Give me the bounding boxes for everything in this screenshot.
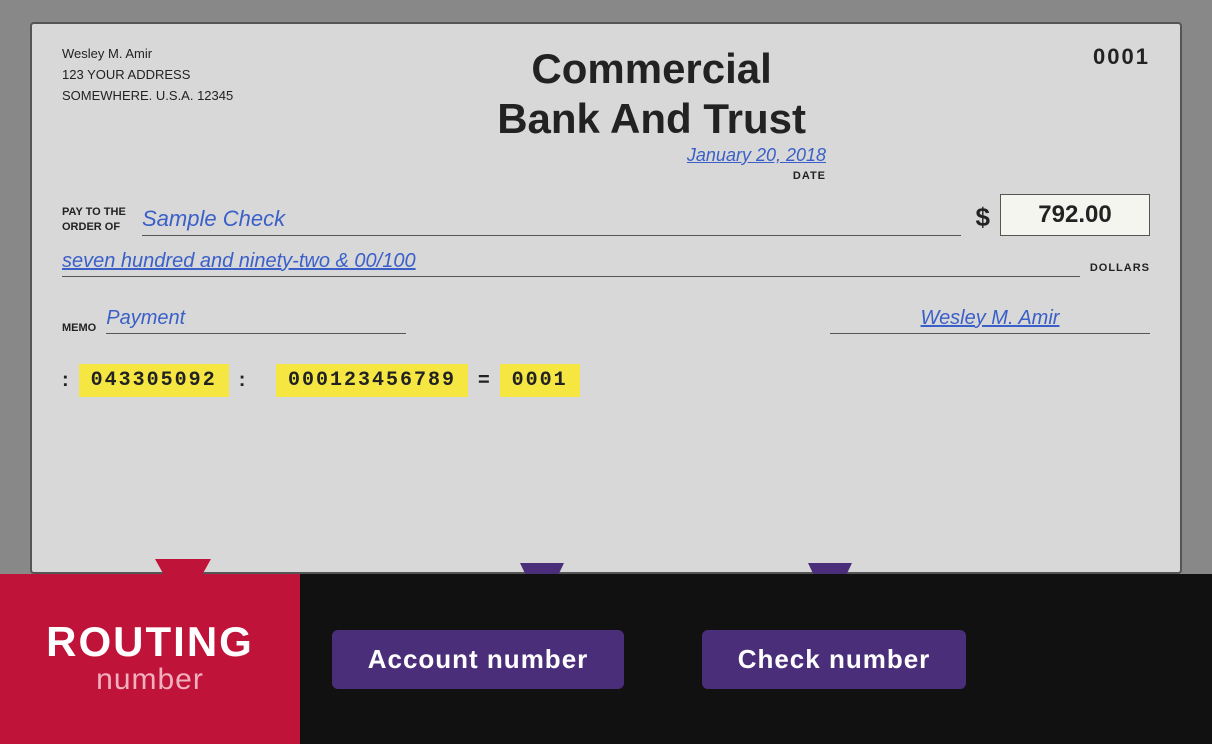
micr-routing: 043305092 <box>79 364 229 397</box>
pay-label: PAY TO THE ORDER OF <box>62 205 132 236</box>
written-amount-line: seven hundred and ninety-two & 00/100 <box>62 250 1080 277</box>
signature-line: Wesley M. Amir <box>830 307 1150 334</box>
bank-date-block: Commercial Bank And Trust January 20, 20… <box>477 44 826 184</box>
check: Wesley M. Amir 123 YOUR ADDRESS SOMEWHER… <box>30 22 1182 574</box>
check-number-block: 0001 <box>1070 44 1150 70</box>
micr-account: 000123456789 <box>276 364 468 397</box>
dollars-label: DOLLARS <box>1080 262 1150 277</box>
routing-label-bottom: number <box>96 663 204 697</box>
owner-name: Wesley M. Amir <box>62 44 233 65</box>
bank-name: Commercial Bank And Trust <box>497 44 806 145</box>
dollar-sign: $ <box>976 202 990 236</box>
memo-row: MEMO Payment Wesley M. Amir <box>62 307 1150 334</box>
right-spacer <box>1012 574 1212 744</box>
memo-value: Payment <box>106 307 185 329</box>
signature: Wesley M. Amir <box>921 307 1060 329</box>
check-label-text: Check number <box>738 644 931 674</box>
check-label-box: Check number <box>656 574 1012 744</box>
pay-row: PAY TO THE ORDER OF Sample Check $ 792.0… <box>62 194 1150 236</box>
micr-account-sep: = <box>478 369 490 392</box>
micr-close-symbol: : <box>239 369 246 392</box>
routing-label-top: ROUTING <box>46 621 254 663</box>
written-amount: seven hundred and ninety-two & 00/100 <box>62 250 416 272</box>
amount-value: 792.00 <box>1038 201 1111 228</box>
payee-line: Sample Check <box>142 206 961 236</box>
written-row: seven hundred and ninety-two & 00/100 DO… <box>62 250 1150 277</box>
check-number: 0001 <box>1070 44 1150 70</box>
account-label-text: Account number <box>368 644 589 674</box>
account-label-box: Account number <box>300 574 656 744</box>
memo-label: MEMO <box>62 322 96 334</box>
address-block: Wesley M. Amir 123 YOUR ADDRESS SOMEWHER… <box>62 44 233 106</box>
date-value: January 20, 2018 <box>687 145 826 166</box>
routing-label-box: ROUTING number <box>0 574 300 744</box>
micr-check: 0001 <box>500 364 580 397</box>
address-line1: 123 YOUR ADDRESS <box>62 65 233 86</box>
micr-row: : 043305092 : 000123456789 = 0001 <box>62 364 1150 397</box>
micr-open-symbol: : <box>62 369 69 392</box>
bottom-section: ROUTING number Account number Check numb… <box>0 574 1212 744</box>
account-label-pill: Account number <box>332 630 625 689</box>
memo-line: Payment <box>106 307 406 334</box>
payee-name: Sample Check <box>142 206 285 231</box>
date-block: January 20, 2018 DATE <box>687 145 826 184</box>
check-label-pill: Check number <box>702 630 967 689</box>
date-label: DATE <box>793 170 826 182</box>
micr-account-sep-pre <box>260 369 266 392</box>
address-line2: SOMEWHERE. U.S.A. 12345 <box>62 86 233 107</box>
amount-box: 792.00 <box>1000 194 1150 236</box>
